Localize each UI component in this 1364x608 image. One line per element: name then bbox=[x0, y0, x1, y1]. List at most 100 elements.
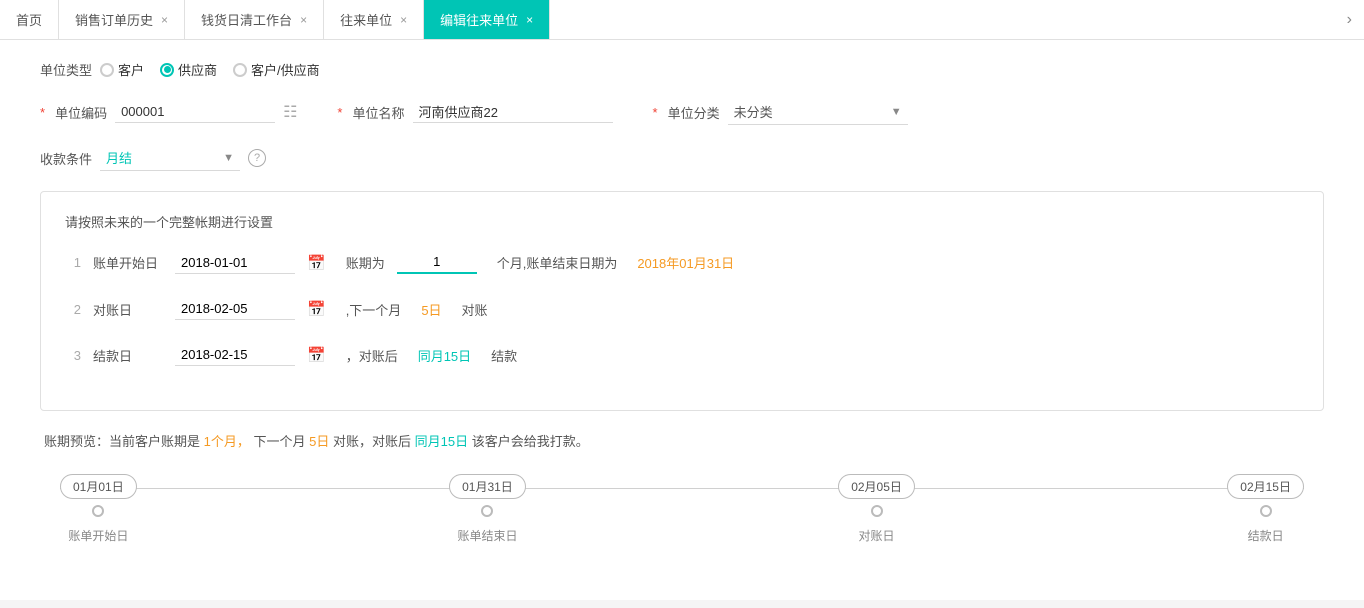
step-desc-3a: ，对账后 bbox=[346, 346, 398, 365]
radio-customer-circle bbox=[100, 63, 114, 77]
preview-period: 1个月， bbox=[204, 434, 250, 449]
step-row-1: 1 账单开始日 📅 账期为 个月,账单结束日期为 2018年01月31日 bbox=[65, 251, 1299, 274]
radio-supplier[interactable]: 供应商 bbox=[160, 60, 217, 79]
unit-type-row: 单位类型 客户 供应商 客户/供应商 bbox=[40, 60, 1324, 79]
preview-mid: 下一个月 bbox=[254, 434, 306, 449]
step-date-3[interactable] bbox=[175, 344, 295, 366]
unit-name-star: * bbox=[337, 105, 342, 120]
timeline-label-2: 对账日 bbox=[859, 527, 895, 544]
unit-classify-value: 未分类 bbox=[734, 102, 773, 121]
radio-both-label: 客户/供应商 bbox=[251, 60, 320, 79]
preview-day2: 同月15日 bbox=[415, 434, 468, 449]
step-label-3: 结款日 bbox=[93, 346, 163, 365]
unit-code-group: * 单位编码 ☷ bbox=[40, 101, 297, 123]
radio-supplier-label: 供应商 bbox=[178, 60, 217, 79]
calendar-icon-1[interactable]: 📅 bbox=[307, 254, 326, 272]
payment-terms-label: 收款条件 bbox=[40, 149, 92, 168]
step-desc-3c: 结款 bbox=[491, 346, 517, 365]
unit-classify-group: * 单位分类 未分类 ▼ bbox=[653, 99, 908, 125]
unit-info-row: * 单位编码 ☷ * 单位名称 * 单位分类 未分类 ▼ bbox=[40, 99, 1324, 125]
end-date-1: 2018年01月31日 bbox=[637, 253, 734, 272]
help-icon[interactable]: ? bbox=[248, 149, 266, 167]
timeline-point-2: 02月05日 对账日 bbox=[838, 474, 915, 544]
unit-name-group: * 单位名称 bbox=[337, 101, 612, 123]
step-desc-suffix-1: 个月,账单结束日期为 bbox=[497, 253, 618, 272]
timeline-dot-2 bbox=[871, 505, 883, 517]
timeline-dot-0 bbox=[92, 505, 104, 517]
payment-terms-arrow: ▼ bbox=[223, 152, 234, 164]
timeline-label-1: 账单结束日 bbox=[457, 527, 517, 544]
step-num-2: 2 bbox=[65, 302, 81, 317]
timeline-point-1: 01月31日 账单结束日 bbox=[449, 474, 526, 544]
step-num-1: 1 bbox=[65, 255, 81, 270]
preview-prefix: 账期预览：当前客户账期是 bbox=[44, 434, 200, 449]
step-row-2: 2 对账日 📅 ,下一个月 5日 对账 bbox=[65, 298, 1299, 320]
tab-partner-units[interactable]: 往来单位 × bbox=[324, 0, 424, 39]
calendar-icon-3[interactable]: 📅 bbox=[307, 346, 326, 364]
tab-home-label: 首页 bbox=[16, 10, 42, 29]
unit-type-label: 单位类型 bbox=[40, 60, 92, 79]
tab-cash-work-close[interactable]: × bbox=[300, 13, 307, 27]
step-date-2[interactable] bbox=[175, 298, 295, 320]
tab-edit-partner-close[interactable]: × bbox=[526, 13, 533, 27]
period-input[interactable] bbox=[397, 251, 477, 274]
timeline: 01月01日 账单开始日 01月31日 账单结束日 02月05日 对账日 02月… bbox=[40, 474, 1324, 544]
settings-box: 请按照未来的一个完整帐期进行设置 1 账单开始日 📅 账期为 个月,账单结束日期… bbox=[40, 191, 1324, 411]
tab-expand-btn[interactable]: › bbox=[1335, 0, 1364, 39]
classify-dropdown-arrow: ▼ bbox=[891, 106, 902, 118]
timeline-point-3: 02月15日 结款日 bbox=[1227, 474, 1304, 544]
tab-sales-history[interactable]: 销售订单历史 × bbox=[59, 0, 185, 39]
timeline-label-3: 结款日 bbox=[1248, 527, 1284, 544]
tab-sales-history-label: 销售订单历史 bbox=[75, 10, 153, 29]
unit-classify-select[interactable]: 未分类 ▼ bbox=[728, 99, 908, 125]
step-label-1: 账单开始日 bbox=[93, 253, 163, 272]
tab-bar: 首页 销售订单历史 × 钱货日清工作台 × 往来单位 × 编辑往来单位 × › bbox=[0, 0, 1364, 40]
tab-edit-partner[interactable]: 编辑往来单位 × bbox=[424, 0, 550, 39]
unit-code-input[interactable] bbox=[115, 101, 275, 123]
tab-cash-work-label: 钱货日清工作台 bbox=[201, 10, 292, 29]
radio-both[interactable]: 客户/供应商 bbox=[233, 60, 320, 79]
step-date-1[interactable] bbox=[175, 252, 295, 274]
tab-partner-units-close[interactable]: × bbox=[400, 13, 407, 27]
radio-supplier-circle bbox=[160, 63, 174, 77]
timeline-badge-0: 01月01日 bbox=[60, 474, 137, 499]
unit-code-icon[interactable]: ☷ bbox=[283, 102, 297, 122]
preview-section: 账期预览：当前客户账期是 1个月， 下一个月 5日 对账，对账后 同月15日 该… bbox=[40, 431, 1324, 450]
radio-customer[interactable]: 客户 bbox=[100, 60, 144, 79]
unit-code-star: * bbox=[40, 105, 45, 120]
unit-code-label: 单位编码 bbox=[55, 103, 107, 122]
payment-terms-select[interactable]: 月结 ▼ bbox=[100, 145, 240, 171]
payment-terms-value: 月结 bbox=[106, 148, 132, 167]
payment-terms-row: 收款条件 月结 ▼ ? bbox=[40, 145, 1324, 171]
unit-classify-star: * bbox=[653, 105, 658, 120]
unit-name-input[interactable] bbox=[413, 101, 613, 123]
timeline-label-0: 账单开始日 bbox=[68, 527, 128, 544]
tab-sales-history-close[interactable]: × bbox=[161, 13, 168, 27]
tab-edit-partner-label: 编辑往来单位 bbox=[440, 10, 518, 29]
calendar-icon-2[interactable]: 📅 bbox=[307, 300, 326, 318]
step-desc-2a: ,下一个月 bbox=[346, 300, 402, 319]
unit-classify-label: 单位分类 bbox=[668, 103, 720, 122]
timeline-dot-1 bbox=[481, 505, 493, 517]
timeline-points: 01月01日 账单开始日 01月31日 账单结束日 02月05日 对账日 02月… bbox=[60, 474, 1304, 544]
radio-group: 客户 供应商 客户/供应商 bbox=[100, 60, 320, 79]
radio-customer-label: 客户 bbox=[118, 60, 144, 79]
tab-home[interactable]: 首页 bbox=[0, 0, 59, 39]
step-desc-2b: 5日 bbox=[421, 300, 441, 319]
unit-type-group: 单位类型 客户 供应商 客户/供应商 bbox=[40, 60, 320, 79]
timeline-badge-3: 02月15日 bbox=[1227, 474, 1304, 499]
preview-suffix: 该客户会给我打款。 bbox=[472, 434, 589, 449]
timeline-badge-1: 01月31日 bbox=[449, 474, 526, 499]
timeline-point-0: 01月01日 账单开始日 bbox=[60, 474, 137, 544]
step-num-3: 3 bbox=[65, 348, 81, 363]
timeline-badge-2: 02月05日 bbox=[838, 474, 915, 499]
step-label-2: 对账日 bbox=[93, 300, 163, 319]
radio-both-circle bbox=[233, 63, 247, 77]
tab-cash-work[interactable]: 钱货日清工作台 × bbox=[185, 0, 324, 39]
timeline-dot-3 bbox=[1260, 505, 1272, 517]
step-desc-prefix-1: 账期为 bbox=[346, 253, 385, 272]
payment-terms-group: 收款条件 月结 ▼ ? bbox=[40, 145, 266, 171]
unit-name-label: 单位名称 bbox=[352, 103, 404, 122]
tab-partner-units-label: 往来单位 bbox=[340, 10, 392, 29]
preview-mid2: 对账，对账后 bbox=[333, 434, 411, 449]
